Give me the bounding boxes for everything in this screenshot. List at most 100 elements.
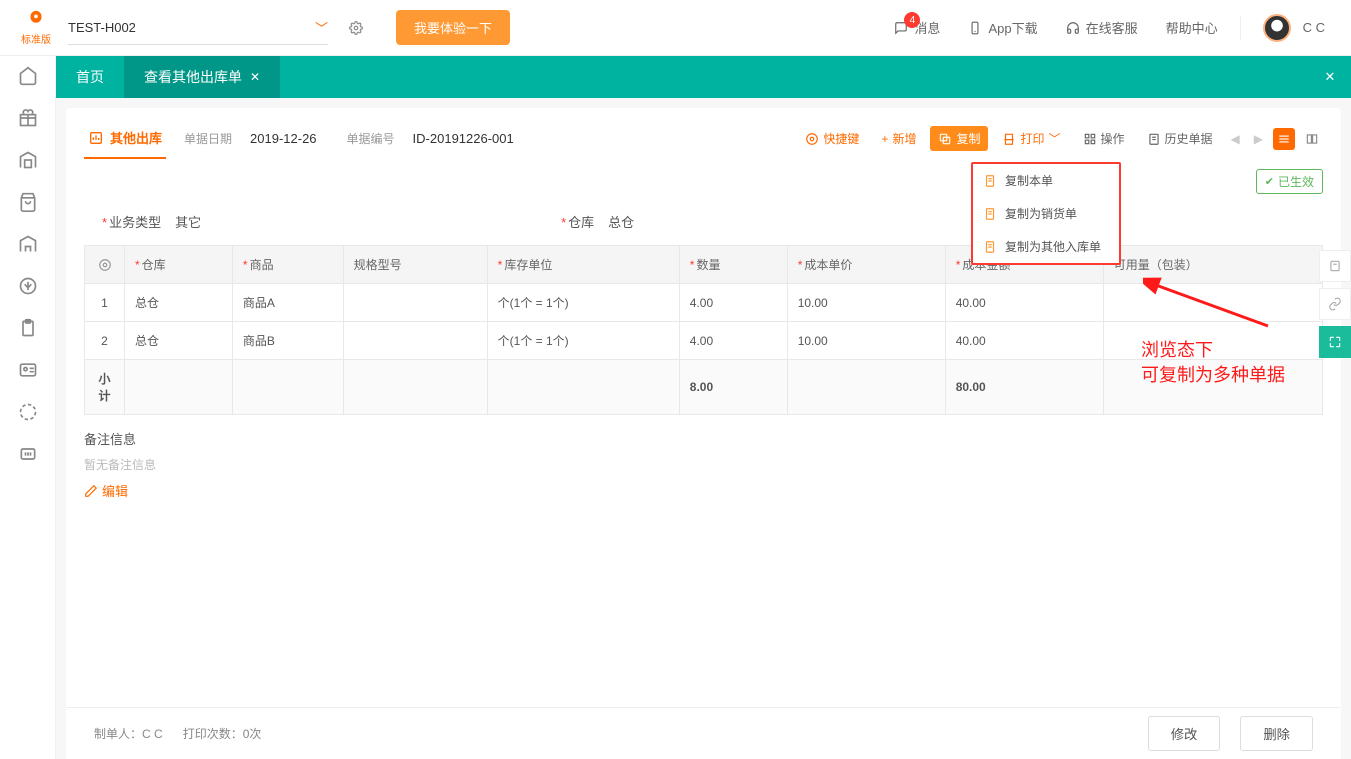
app-download-label: App下载 bbox=[988, 18, 1037, 37]
modify-button[interactable]: 修改 bbox=[1148, 716, 1221, 751]
home-icon[interactable] bbox=[18, 66, 38, 86]
user-menu[interactable]: C C bbox=[1263, 14, 1325, 42]
clipboard-icon[interactable] bbox=[18, 318, 38, 338]
divider bbox=[1240, 16, 1241, 40]
subtotal-qty: 8.00 bbox=[679, 360, 787, 415]
biz-type-value: 其它 bbox=[175, 212, 201, 231]
notes-title: 备注信息 bbox=[84, 429, 1323, 448]
warehouse-field: *仓库 总仓 bbox=[561, 212, 634, 231]
brand-logo: 标准版 bbox=[12, 9, 60, 46]
gift-icon[interactable] bbox=[18, 108, 38, 128]
copy-button[interactable]: 复制 bbox=[930, 126, 988, 151]
cell-spec bbox=[343, 284, 487, 322]
cell-qty: 4.00 bbox=[679, 322, 787, 360]
print-button[interactable]: 打印 ﹀ bbox=[994, 126, 1068, 151]
expand-icon bbox=[1328, 335, 1342, 349]
warehouse-icon[interactable] bbox=[18, 150, 38, 170]
edition-label: 标准版 bbox=[21, 31, 51, 46]
history-icon bbox=[1147, 132, 1161, 146]
app-download-button[interactable]: App下载 bbox=[968, 18, 1037, 37]
sync-icon[interactable] bbox=[18, 402, 38, 422]
copy-this-item[interactable]: 复制本单 bbox=[973, 164, 1119, 197]
note-icon bbox=[1328, 259, 1342, 273]
table-row[interactable]: 2 总仓 商品B 个(1个 = 1个) 4.00 10.00 40.00 bbox=[85, 322, 1323, 360]
operate-button[interactable]: 操作 bbox=[1075, 126, 1133, 151]
user-card-icon[interactable] bbox=[18, 360, 38, 380]
cell-product: 商品B bbox=[232, 322, 343, 360]
col-qty: *数量 bbox=[679, 246, 787, 284]
cell-cost-price: 10.00 bbox=[787, 322, 945, 360]
doc-no-value: ID-20191226-001 bbox=[413, 131, 514, 146]
creator-info: 制单人：C C bbox=[94, 725, 163, 742]
org-selector[interactable]: TEST-H002 ﹀ bbox=[68, 11, 328, 45]
chart-icon bbox=[88, 130, 104, 146]
note-tool-button[interactable] bbox=[1319, 250, 1351, 282]
help-center-label: 帮助中心 bbox=[1166, 18, 1218, 37]
table-row[interactable]: 1 总仓 商品A 个(1个 = 1个) 4.00 10.00 40.00 bbox=[85, 284, 1323, 322]
view-list-button[interactable] bbox=[1273, 128, 1295, 150]
messages-button[interactable]: 消息 4 bbox=[894, 18, 940, 37]
history-button[interactable]: 历史单据 bbox=[1139, 126, 1221, 151]
expand-tool-button[interactable] bbox=[1319, 326, 1351, 358]
prev-record-button[interactable]: ◀ bbox=[1227, 132, 1244, 146]
help-center-button[interactable]: 帮助中心 bbox=[1166, 18, 1218, 37]
document-header: 其他出库 单据日期 2019-12-26 单据编号 ID-20191226-00… bbox=[66, 108, 1341, 159]
link-tool-button[interactable] bbox=[1319, 288, 1351, 320]
cell-cost-price: 10.00 bbox=[787, 284, 945, 322]
tab-home[interactable]: 首页 bbox=[56, 56, 124, 98]
logo-icon bbox=[25, 9, 47, 31]
money-icon[interactable] bbox=[18, 276, 38, 296]
doc-toolbar: 快捷键 + 新增 复制 bbox=[797, 126, 1323, 151]
copy-icon bbox=[938, 132, 952, 146]
plus-icon: + bbox=[881, 132, 888, 146]
list-icon bbox=[1277, 132, 1291, 146]
notes-section: 备注信息 暂无备注信息 编辑 bbox=[66, 415, 1341, 514]
pencil-icon bbox=[84, 484, 98, 498]
next-record-button[interactable]: ▶ bbox=[1250, 132, 1267, 146]
trial-button[interactable]: 我要体验一下 bbox=[396, 10, 510, 45]
copy-label: 复制 bbox=[956, 130, 980, 147]
new-icon[interactable] bbox=[18, 444, 38, 464]
shortcut-button[interactable]: 快捷键 bbox=[797, 126, 867, 151]
col-product: *商品 bbox=[232, 246, 343, 284]
subtotal-row: 小计 8.00 80.00 bbox=[85, 360, 1323, 415]
top-bar: 标准版 TEST-H002 ﹀ 我要体验一下 消息 4 App下载 在线客服 帮… bbox=[0, 0, 1351, 56]
items-table: *仓库 *商品 规格型号 *库存单位 *数量 *成本单价 *成本金额 可用量（包… bbox=[84, 245, 1323, 415]
status-text: 已生效 bbox=[1278, 173, 1314, 190]
grid-icon bbox=[1083, 132, 1097, 146]
online-service-button[interactable]: 在线客服 bbox=[1066, 18, 1138, 37]
operate-label: 操作 bbox=[1101, 130, 1125, 147]
delete-button[interactable]: 删除 bbox=[1240, 716, 1313, 751]
col-unit: *库存单位 bbox=[487, 246, 679, 284]
cell-available bbox=[1103, 284, 1322, 322]
tab-close-icon[interactable]: ✕ bbox=[250, 70, 260, 84]
cell-product: 商品A bbox=[232, 284, 343, 322]
col-settings[interactable] bbox=[85, 246, 125, 284]
copy-to-other-in-item[interactable]: 复制为其他入库单 bbox=[973, 230, 1119, 263]
document-type-tab[interactable]: 其他出库 bbox=[84, 118, 166, 159]
view-card-button[interactable] bbox=[1301, 128, 1323, 150]
doc-icon bbox=[983, 207, 997, 221]
cell-warehouse: 总仓 bbox=[125, 322, 233, 360]
org-name: TEST-H002 bbox=[68, 20, 136, 35]
warehouse-label: 仓库 bbox=[568, 215, 594, 230]
settings-button[interactable] bbox=[340, 12, 372, 44]
print-icon bbox=[1002, 132, 1016, 146]
headset-icon bbox=[1066, 21, 1080, 35]
document-title: 其他出库 bbox=[110, 128, 162, 147]
copy-this-label: 复制本单 bbox=[1005, 172, 1053, 189]
tab-current[interactable]: 查看其他出库单 ✕ bbox=[124, 56, 280, 98]
gear-icon bbox=[349, 21, 363, 35]
tabs-close-all[interactable]: ✕ bbox=[1309, 56, 1351, 98]
bag-icon[interactable] bbox=[18, 192, 38, 212]
building-icon[interactable] bbox=[18, 234, 38, 254]
table-header-row: *仓库 *商品 规格型号 *库存单位 *数量 *成本单价 *成本金额 可用量（包… bbox=[85, 246, 1323, 284]
doc-icon bbox=[983, 240, 997, 254]
history-label: 历史单据 bbox=[1165, 130, 1213, 147]
col-available: 可用量（包装） bbox=[1103, 246, 1322, 284]
edit-notes-button[interactable]: 编辑 bbox=[84, 481, 1323, 500]
copy-to-sales-item[interactable]: 复制为销货单 bbox=[973, 197, 1119, 230]
add-button[interactable]: + 新增 bbox=[873, 126, 924, 151]
online-service-label: 在线客服 bbox=[1086, 18, 1138, 37]
user-name: C C bbox=[1303, 20, 1325, 35]
